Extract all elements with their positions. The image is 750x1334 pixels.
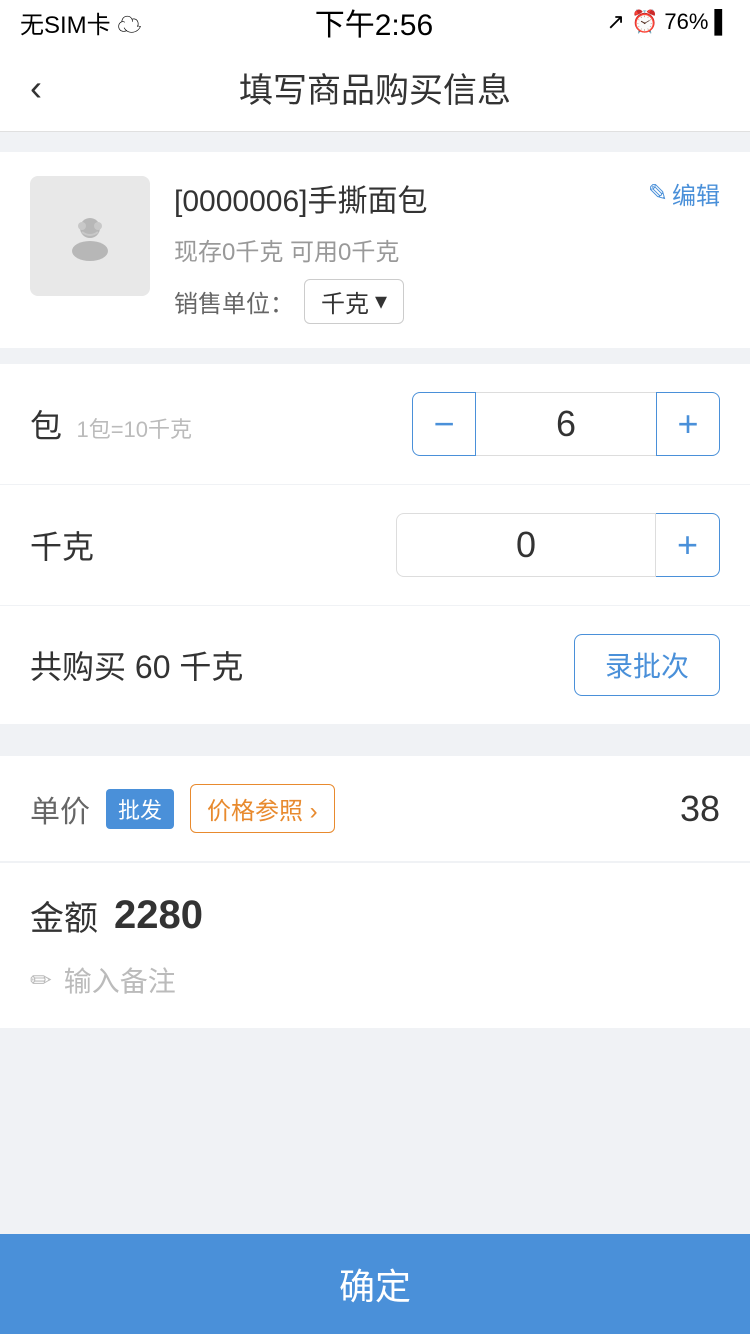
page-title: 填写商品购买信息 xyxy=(239,63,511,112)
location-icon: ↗ xyxy=(607,9,625,35)
product-stock: 现存0千克 可用0千克 xyxy=(174,232,720,267)
kg-input[interactable] xyxy=(396,513,656,577)
spacer xyxy=(0,1028,750,1234)
edit-icon: ✎ xyxy=(648,179,668,208)
amount-section: 金额 2280 ✏ 输入备注 xyxy=(0,863,750,1028)
status-left: 无SIM卡 ☁ xyxy=(20,5,141,40)
sim-label: 无SIM卡 ☁ xyxy=(20,5,141,40)
divider-1 xyxy=(0,348,750,364)
price-value: 38 xyxy=(680,788,720,830)
unit-selector[interactable]: 千克 ▾ xyxy=(304,279,404,324)
battery-label: 76% xyxy=(664,9,708,35)
product-card: [0000006]手撕面包 ✎ 编辑 现存0千克 可用0千克 销售单位： 千克 … xyxy=(0,152,750,348)
price-badge: 批发 xyxy=(106,789,174,829)
quantity-row-bao: 包 1包=10千克 − + xyxy=(0,364,750,485)
product-info: [0000006]手撕面包 ✎ 编辑 现存0千克 可用0千克 销售单位： 千克 … xyxy=(174,176,720,324)
total-label: 共购买 60 千克 xyxy=(30,642,243,688)
back-button[interactable]: ‹ xyxy=(30,67,42,109)
quantity-label-kg: 千克 xyxy=(30,522,94,568)
dropdown-icon: ▾ xyxy=(375,287,387,316)
nav-bar: ‹ 填写商品购买信息 xyxy=(0,44,750,132)
remark-placeholder: 输入备注 xyxy=(64,960,176,1000)
confirm-button[interactable]: 确定 xyxy=(0,1234,750,1334)
amount-value: 2280 xyxy=(114,893,203,938)
edit-button[interactable]: ✎ 编辑 xyxy=(648,176,720,211)
bao-hint: 1包=10千克 xyxy=(76,417,192,442)
amount-row: 金额 2280 xyxy=(30,891,720,940)
product-image-icon xyxy=(60,206,120,266)
increment-kg-button[interactable]: + xyxy=(656,513,720,577)
status-bar: 无SIM卡 ☁ 下午2:56 ↗ ⏰ 76% ▌ xyxy=(0,0,750,44)
unit-prefix: 销售单位： xyxy=(174,284,294,319)
bao-input[interactable] xyxy=(476,392,656,456)
increment-bao-button[interactable]: + xyxy=(656,392,720,456)
product-name: [0000006]手撕面包 xyxy=(174,176,427,220)
amount-label: 金额 xyxy=(30,891,98,940)
remark-row[interactable]: ✏ 输入备注 xyxy=(30,960,720,1000)
total-row: 共购买 60 千克 录批次 xyxy=(0,606,750,724)
decrement-bao-button[interactable]: − xyxy=(412,392,476,456)
unit-value: 千克 xyxy=(321,284,369,319)
edit-label: 编辑 xyxy=(672,176,720,211)
bao-controls: − + xyxy=(412,392,720,456)
unit-kg: 千克 xyxy=(30,529,94,565)
status-right: ↗ ⏰ 76% ▌ xyxy=(607,9,730,35)
kg-controls: + xyxy=(396,513,720,577)
record-batch-button[interactable]: 录批次 xyxy=(574,634,720,696)
divider-2 xyxy=(0,724,750,740)
battery-icon: ▌ xyxy=(714,9,730,35)
unit-bao: 包 xyxy=(30,408,62,444)
quantity-section: 包 1包=10千克 − + 千克 + xyxy=(0,364,750,606)
status-time: 下午2:56 xyxy=(315,0,433,44)
product-thumbnail xyxy=(30,176,150,296)
quantity-label-bao: 包 1包=10千克 xyxy=(30,401,192,447)
price-ref-button[interactable]: 价格参照 › xyxy=(190,784,335,833)
price-section: 单价 批发 价格参照 › 38 xyxy=(0,756,750,861)
quantity-row-kg: 千克 + xyxy=(0,485,750,606)
price-row: 单价 批发 价格参照 › 38 xyxy=(30,784,720,833)
alarm-icon: ⏰ xyxy=(631,9,658,35)
price-label: 单价 xyxy=(30,787,90,831)
product-unit-row: 销售单位： 千克 ▾ xyxy=(174,279,720,324)
pencil-icon: ✏ xyxy=(30,965,52,996)
